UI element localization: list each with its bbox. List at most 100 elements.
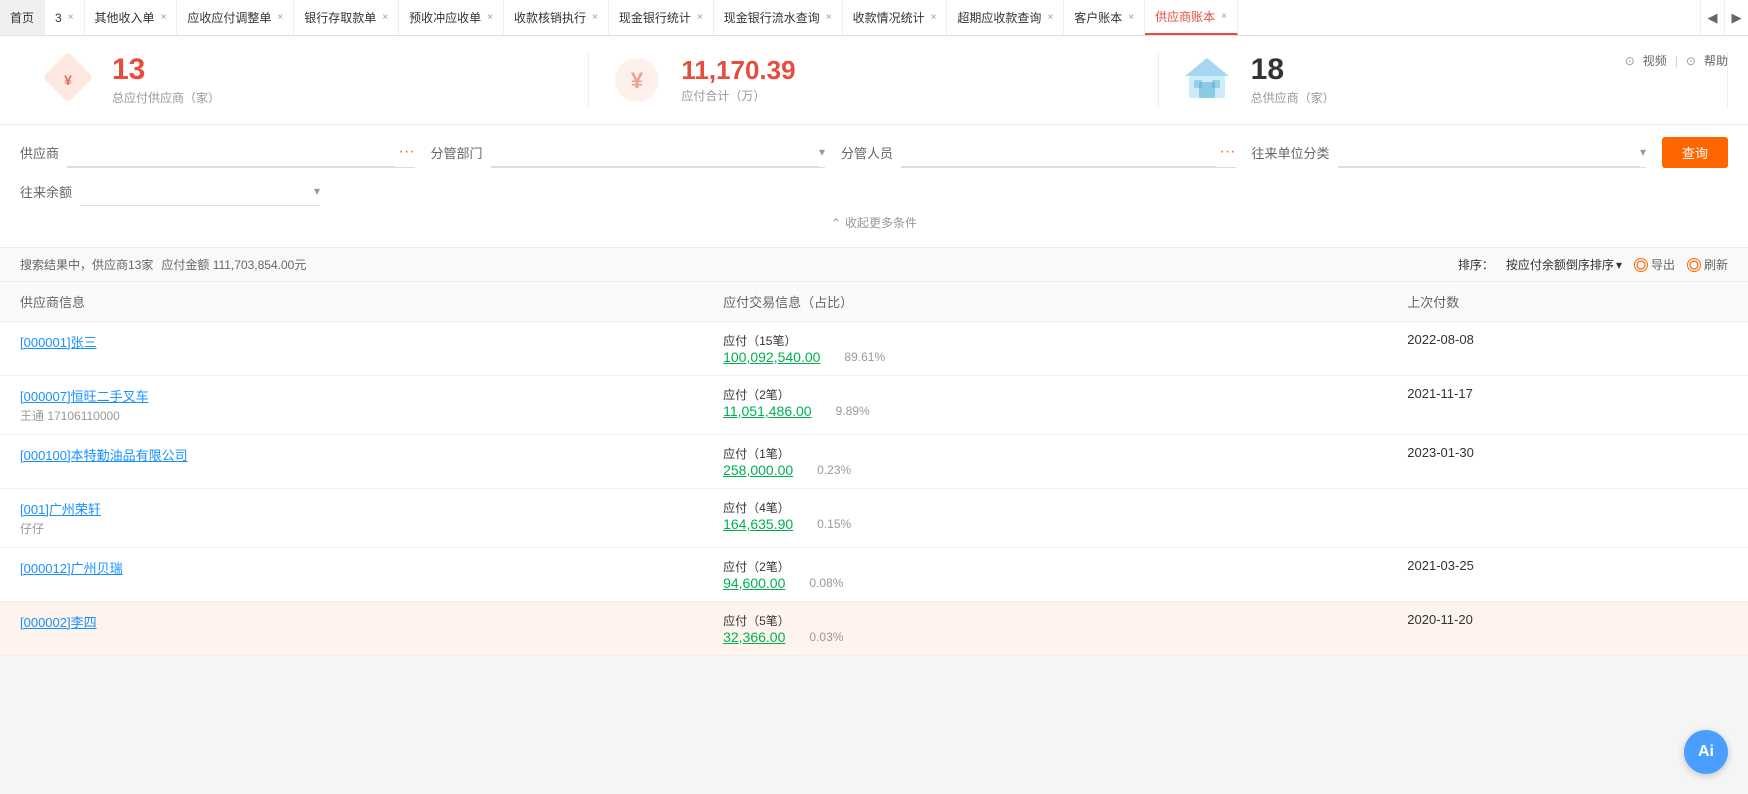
transaction-info-cell: 应付（2笔）94,600.000.08% [703, 548, 1387, 602]
nav-receipt-stat[interactable]: 收款情况统计 × [843, 0, 948, 35]
sort-chevron-icon: ▾ [1616, 258, 1622, 272]
supplier-link[interactable]: [000002]李四 [20, 615, 97, 630]
nav-customer-ledger[interactable]: 客户账本 × [1064, 0, 1145, 35]
transaction-percent: 0.03% [809, 630, 843, 644]
collapse-button[interactable]: ⌃ 收起更多条件 [20, 214, 1728, 231]
transaction-amount[interactable]: 100,092,540.00 [723, 349, 820, 365]
nav-overdue-ar[interactable]: 超期应收款查询 × [947, 0, 1064, 35]
person-filter-label: 分管人员 [841, 143, 893, 162]
video-icon: ⊙ [1625, 54, 1635, 68]
close-icon[interactable]: × [277, 12, 283, 23]
nav-tab3[interactable]: 3 × [45, 0, 85, 35]
department-input[interactable] [491, 137, 819, 167]
video-link[interactable]: 视频 [1643, 52, 1667, 69]
supplier-filter-label: 供应商 [20, 143, 59, 162]
nav-other-income[interactable]: 其他收入单 × [85, 0, 178, 35]
close-icon[interactable]: × [592, 12, 598, 23]
filter-department: 分管部门 ▾ [431, 138, 826, 168]
category-input[interactable] [1338, 137, 1640, 167]
supplier-info-cell: [000001]张三 [0, 322, 703, 376]
transaction-label: 应付（4笔） [723, 499, 1367, 516]
transaction-amount-row: 258,000.000.23% [723, 462, 1367, 478]
close-icon[interactable]: × [1128, 12, 1134, 23]
transaction-label: 应付（5笔） [723, 612, 1367, 629]
last-payment-cell: 2021-11-17 [1387, 376, 1748, 435]
nav-prepay-ar[interactable]: 预收冲应收单 × [399, 0, 504, 35]
transaction-amount[interactable]: 258,000.00 [723, 462, 793, 478]
summary-card1-content: 13 总应付供应商（家） [112, 55, 220, 106]
export-button[interactable]: 导出 [1634, 256, 1675, 273]
top-navigation: 首页 3 × 其他收入单 × 应收应付调整单 × 银行存取款单 × 预收冲应收单… [0, 0, 1748, 36]
payable-amount-icon: ¥ [609, 52, 665, 108]
nav-left-arrow[interactable]: ◀ [1700, 0, 1724, 36]
person-input[interactable] [901, 137, 1216, 167]
ai-badge[interactable]: Ai [1684, 730, 1728, 774]
transaction-amount[interactable]: 11,051,486.00 [723, 403, 812, 419]
help-link[interactable]: 帮助 [1704, 52, 1728, 69]
nav-right-arrow[interactable]: ▶ [1724, 0, 1748, 36]
sort-value[interactable]: 按应付余额倒序排序 ▾ [1506, 256, 1622, 273]
transaction-amount[interactable]: 164,635.90 [723, 516, 793, 532]
nav-cash-bank-flow[interactable]: 现金银行流水查询 × [714, 0, 843, 35]
person-input-wrapper: ··· [901, 138, 1235, 168]
department-chevron-icon[interactable]: ▾ [819, 145, 825, 159]
filter-row-2: 往来余额 ▾ [20, 176, 1728, 206]
nav-bank-deposit[interactable]: 银行存取款单 × [294, 0, 399, 35]
close-icon[interactable]: × [826, 12, 832, 23]
list-toolbar: 搜索结果中，供应商13家 应付金额 111,703,854.00元 排序： 按应… [0, 248, 1748, 282]
close-icon[interactable]: × [1047, 12, 1053, 23]
close-icon[interactable]: × [161, 12, 167, 23]
data-table-wrapper: 供应商信息 应付交易信息（占比） 上次付数 [000001]张三应付（15笔）1… [0, 282, 1748, 656]
search-button[interactable]: 查询 [1662, 137, 1728, 168]
transaction-amount[interactable]: 94,600.00 [723, 575, 785, 591]
nav-home[interactable]: 首页 [0, 0, 45, 35]
nav-supplier-ledger[interactable]: 供应商账本 × [1145, 0, 1238, 35]
transaction-info-cell: 应付（5笔）32,366.00 0.03% [703, 602, 1387, 656]
collapse-up-icon: ⌃ [831, 216, 841, 230]
person-dots-btn[interactable]: ··· [1220, 143, 1236, 161]
supplier-link[interactable]: [001]广州荣轩 [20, 502, 101, 517]
nav-cash-bank-stat[interactable]: 现金银行统计 × [609, 0, 714, 35]
close-icon[interactable]: × [68, 12, 74, 23]
total-suppliers-label: 总供应商（家） [1251, 89, 1335, 106]
refresh-button[interactable]: 刷新 [1687, 256, 1728, 273]
supplier-link[interactable]: [000012]广州贝瑞 [20, 561, 123, 576]
transaction-label: 应付（15笔） [723, 332, 1367, 349]
table-row: [000012]广州贝瑞应付（2笔）94,600.000.08%2021-03-… [0, 548, 1748, 602]
transaction-info-cell: 应付（1笔）258,000.000.23% [703, 435, 1387, 489]
supplier-link[interactable]: [000007]恒旺二手叉车 [20, 389, 149, 404]
balance-input[interactable] [80, 176, 314, 206]
supplier-table: 供应商信息 应付交易信息（占比） 上次付数 [000001]张三应付（15笔）1… [0, 282, 1748, 656]
close-icon[interactable]: × [697, 12, 703, 23]
department-select-wrapper: ▾ [491, 138, 825, 168]
svg-text:¥: ¥ [64, 72, 72, 88]
supplier-info-cell: [000002]李四 [0, 602, 703, 656]
table-row: [001]广州荣轩仔仔应付（4笔）164,635.900.15% [0, 489, 1748, 548]
payable-suppliers-label: 总应付供应商（家） [112, 89, 220, 106]
nav-ar-ap-adjust[interactable]: 应收应付调整单 × [177, 0, 294, 35]
filter-category: 往来单位分类 ▾ [1252, 138, 1647, 168]
sort-label: 排序： [1458, 256, 1494, 273]
supplier-link[interactable]: [000100]本特勤油品有限公司 [20, 448, 188, 463]
supplier-dots-btn[interactable]: ··· [399, 143, 415, 161]
close-icon[interactable]: × [382, 12, 388, 23]
supplier-input[interactable] [67, 137, 395, 167]
close-icon[interactable]: × [487, 12, 493, 23]
transaction-info-cell: 应付（15笔）100,092,540.0089.61% [703, 322, 1387, 376]
balance-select-wrapper: ▾ [80, 176, 320, 206]
transaction-amount-row: 100,092,540.0089.61% [723, 349, 1367, 365]
close-icon[interactable]: × [1221, 11, 1227, 22]
filter-section: 供应商 ··· 分管部门 ▾ 分管人员 ··· 往来单位分类 [0, 125, 1748, 248]
nav-scroll-arrows: ◀ ▶ [1700, 0, 1748, 36]
nav-receipt-verify[interactable]: 收款核销执行 × [504, 0, 609, 35]
close-icon[interactable]: × [931, 12, 937, 23]
payable-amount-label: 应付合计（万） [681, 87, 795, 104]
supplier-link[interactable]: [000001]张三 [20, 335, 97, 350]
col-transaction-info: 应付交易信息（占比） [703, 282, 1387, 322]
table-row: [000007]恒旺二手叉车王通 17106110000应付（2笔）11,051… [0, 376, 1748, 435]
balance-chevron-icon[interactable]: ▾ [314, 184, 320, 198]
help-icon: ⊙ [1686, 54, 1696, 68]
category-chevron-icon[interactable]: ▾ [1640, 145, 1646, 159]
transaction-amount[interactable]: 32,366.00 [723, 629, 785, 645]
transaction-info-cell: 应付（2笔）11,051,486.009.89% [703, 376, 1387, 435]
